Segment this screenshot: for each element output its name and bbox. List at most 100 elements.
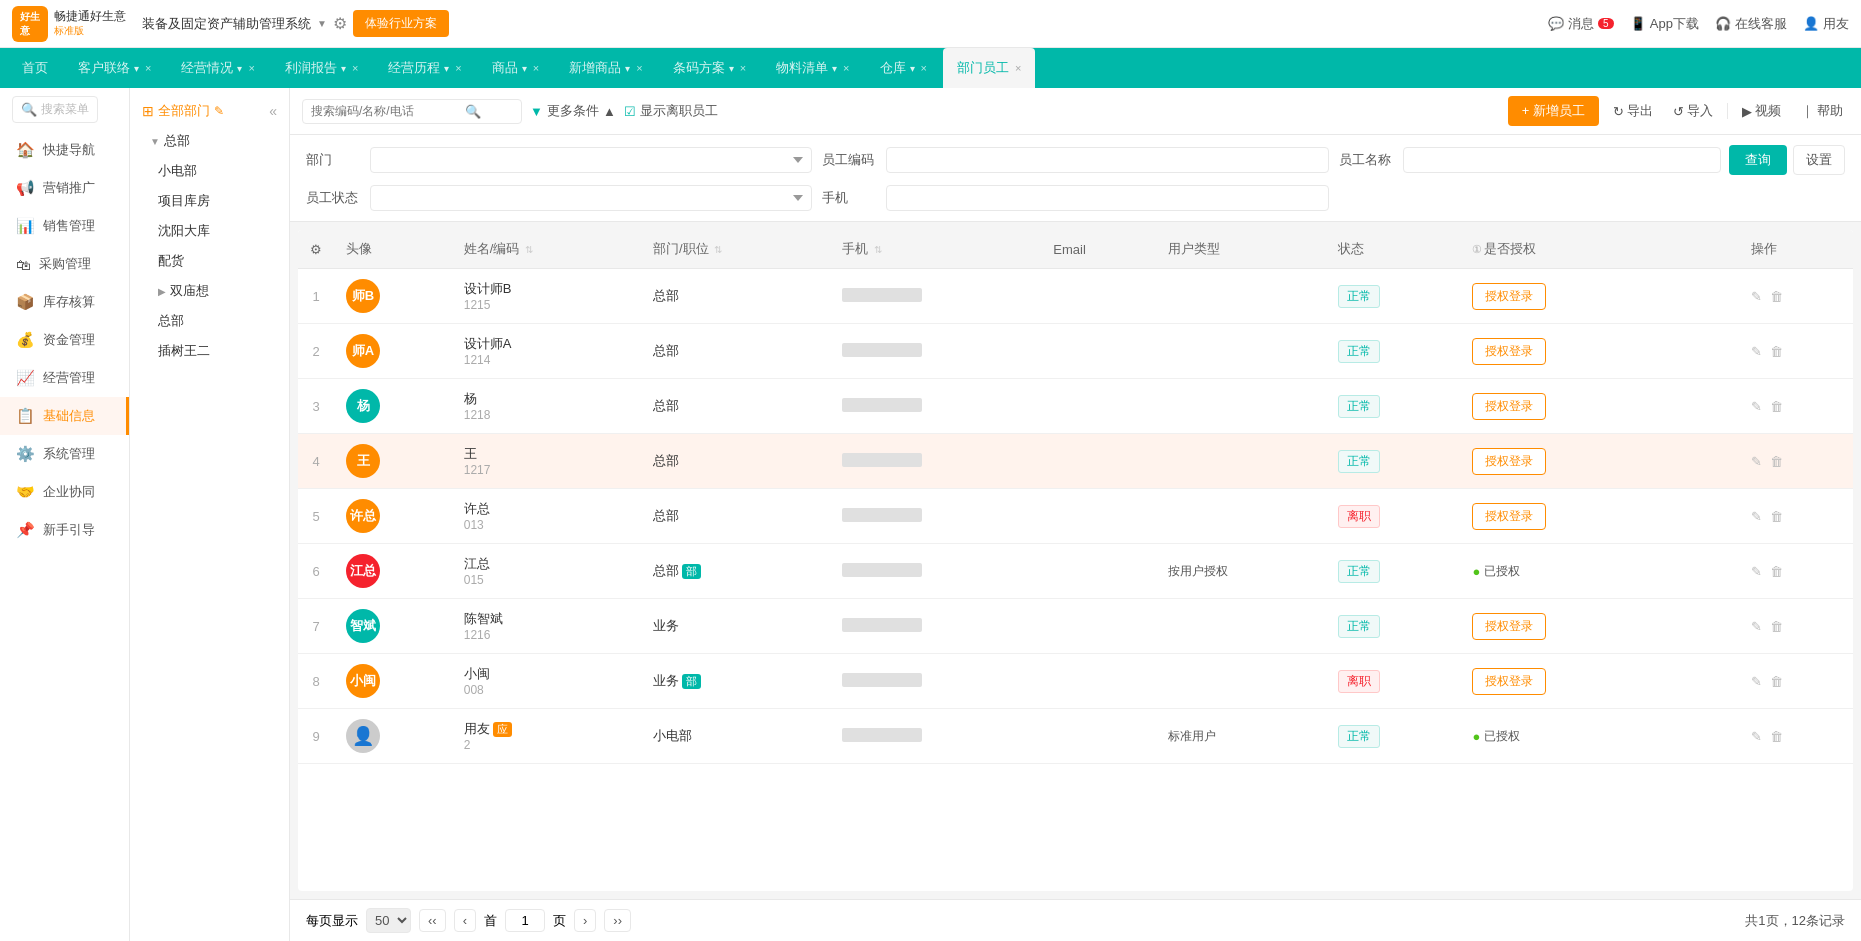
page-number-input[interactable]	[505, 909, 545, 932]
collapse-btn[interactable]: «	[269, 103, 277, 119]
col-phone[interactable]: 手机 ⇅	[830, 230, 1041, 269]
tab-profit[interactable]: 利润报告 ▾ ×	[271, 48, 372, 88]
edit-icon[interactable]: ✎	[1751, 619, 1762, 634]
edit-icon[interactable]: ✎	[1751, 399, 1762, 414]
sort-phone-icon[interactable]: ⇅	[874, 244, 882, 255]
cell-auth[interactable]: 授权登录	[1460, 434, 1659, 489]
import-btn[interactable]: ↺ 导入	[1667, 98, 1719, 124]
sidebar-item-guide[interactable]: 📌 新手引导	[0, 511, 129, 549]
filter-name-input[interactable]	[1403, 147, 1721, 173]
cell-auth[interactable]: 授权登录	[1460, 489, 1659, 544]
sidebar-item-collab[interactable]: 🤝 企业协同	[0, 473, 129, 511]
sidebar-item-purchase[interactable]: 🛍 采购管理	[0, 245, 129, 283]
view-btn[interactable]: ▶ 视频	[1736, 98, 1787, 124]
sort-dept-icon[interactable]: ⇅	[714, 244, 722, 255]
message-btn[interactable]: 💬 消息 5	[1548, 15, 1614, 33]
auth-login-btn[interactable]: 授权登录	[1472, 613, 1546, 640]
tab-customer[interactable]: 客户联络 ▾ ×	[64, 48, 165, 88]
sidebar-item-nav[interactable]: 🏠 快捷导航	[0, 131, 129, 169]
auth-login-btn[interactable]: 授权登录	[1472, 393, 1546, 420]
prev-page-btn[interactable]: ‹	[454, 909, 476, 932]
filter-code-input[interactable]	[886, 147, 1328, 173]
dept-edit-icon[interactable]: ✎	[214, 104, 224, 118]
cell-auth[interactable]: 授权登录	[1460, 379, 1659, 434]
delete-icon[interactable]: 🗑	[1770, 454, 1783, 469]
cell-auth[interactable]: 授权登录	[1460, 654, 1659, 709]
sidebar-item-business[interactable]: 📈 经营管理	[0, 359, 129, 397]
add-employee-button[interactable]: + 新增员工	[1508, 96, 1599, 126]
sidebar-item-marketing[interactable]: 📢 营销推广	[0, 169, 129, 207]
trial-button[interactable]: 体验行业方案	[353, 10, 449, 37]
cell-auth[interactable]: 授权登录	[1460, 599, 1659, 654]
col-dept[interactable]: 部门/职位 ⇅	[641, 230, 830, 269]
query-button[interactable]: 查询	[1729, 145, 1787, 175]
delete-icon[interactable]: 🗑	[1770, 729, 1783, 744]
col-settings[interactable]: ⚙	[298, 230, 334, 269]
dept-item-shenyang[interactable]: 沈阳大库	[130, 216, 289, 246]
sidebar-search[interactable]: 🔍 搜索菜单	[0, 88, 129, 131]
dept-item-peihuo[interactable]: 配货	[130, 246, 289, 276]
user-btn[interactable]: 👤 用友	[1803, 15, 1849, 33]
dept-item-zongbu-sub[interactable]: 总部	[130, 306, 289, 336]
dept-item-xiaodiandu[interactable]: 小电部	[130, 156, 289, 186]
search-input[interactable]	[311, 104, 461, 118]
dept-item-zongbu-root[interactable]: ▼ 总部	[130, 126, 289, 156]
tab-goods[interactable]: 商品 ▾ ×	[478, 48, 553, 88]
auth-login-btn[interactable]: 授权登录	[1472, 668, 1546, 695]
system-dropdown-icon[interactable]: ▼	[317, 18, 327, 29]
last-page-btn[interactable]: ››	[604, 909, 631, 932]
sidebar-item-sales[interactable]: 📊 销售管理	[0, 207, 129, 245]
next-page-btn[interactable]: ›	[574, 909, 596, 932]
edit-icon[interactable]: ✎	[1751, 564, 1762, 579]
edit-icon[interactable]: ✎	[1751, 729, 1762, 744]
cell-auth[interactable]: 授权登录	[1460, 324, 1659, 379]
online-service-btn[interactable]: 🎧 在线客服	[1715, 15, 1787, 33]
tab-home[interactable]: 首页	[8, 48, 62, 88]
dept-item-shuangmiao[interactable]: ▶ 双庙想	[130, 276, 289, 306]
filter-status-select[interactable]	[370, 185, 812, 211]
per-page-select[interactable]: 50	[366, 908, 411, 933]
sidebar-item-basic[interactable]: 📋 基础信息	[0, 397, 129, 435]
filter-dept-select[interactable]	[370, 147, 812, 173]
tab-history[interactable]: 经营历程 ▾ ×	[374, 48, 475, 88]
delete-icon[interactable]: 🗑	[1770, 619, 1783, 634]
edit-icon[interactable]: ✎	[1751, 289, 1762, 304]
search-icon2[interactable]: 🔍	[465, 104, 481, 119]
app-download-btn[interactable]: 📱 App下载	[1630, 15, 1699, 33]
edit-icon[interactable]: ✎	[1751, 344, 1762, 359]
help-btn[interactable]: ｜ 帮助	[1795, 98, 1849, 124]
auth-login-btn[interactable]: 授权登录	[1472, 448, 1546, 475]
sidebar-item-inventory[interactable]: 📦 库存核算	[0, 283, 129, 321]
gear-icon[interactable]: ⚙	[333, 14, 347, 33]
delete-icon[interactable]: 🗑	[1770, 399, 1783, 414]
sidebar-item-finance[interactable]: 💰 资金管理	[0, 321, 129, 359]
tab-warehouse[interactable]: 仓库 ▾ ×	[866, 48, 941, 88]
more-filter-btn[interactable]: ▼ 更多条件 ▲	[530, 102, 616, 120]
auth-login-btn[interactable]: 授权登录	[1472, 503, 1546, 530]
tab-operation[interactable]: 经营情况 ▾ ×	[167, 48, 268, 88]
setting-button[interactable]: 设置	[1793, 145, 1845, 175]
first-page-btn[interactable]: ‹‹	[419, 909, 446, 932]
export-btn[interactable]: ↻ 导出	[1607, 98, 1659, 124]
tab-barcode[interactable]: 条码方案 ▾ ×	[659, 48, 760, 88]
settings-icon[interactable]: ⚙	[310, 242, 322, 257]
delete-icon[interactable]: 🗑	[1770, 289, 1783, 304]
delete-icon[interactable]: 🗑	[1770, 674, 1783, 689]
edit-icon[interactable]: ✎	[1751, 674, 1762, 689]
delete-icon[interactable]: 🗑	[1770, 344, 1783, 359]
show-resign-checkbox[interactable]: ☑ 显示离职员工	[624, 102, 718, 120]
sidebar-item-system[interactable]: ⚙️ 系统管理	[0, 435, 129, 473]
dept-item-project[interactable]: 项目库房	[130, 186, 289, 216]
edit-icon[interactable]: ✎	[1751, 454, 1762, 469]
edit-icon[interactable]: ✎	[1751, 509, 1762, 524]
filter-phone-input[interactable]	[886, 185, 1328, 211]
col-name[interactable]: 姓名/编码 ⇅	[452, 230, 641, 269]
auth-login-btn[interactable]: 授权登录	[1472, 338, 1546, 365]
sort-name-icon[interactable]: ⇅	[525, 244, 533, 255]
dept-item-chashuwang[interactable]: 插树王二	[130, 336, 289, 366]
delete-icon[interactable]: 🗑	[1770, 509, 1783, 524]
delete-icon[interactable]: 🗑	[1770, 564, 1783, 579]
auth-login-btn[interactable]: 授权登录	[1472, 283, 1546, 310]
tab-bom[interactable]: 物料清单 ▾ ×	[762, 48, 863, 88]
search-box[interactable]: 🔍	[302, 99, 522, 124]
